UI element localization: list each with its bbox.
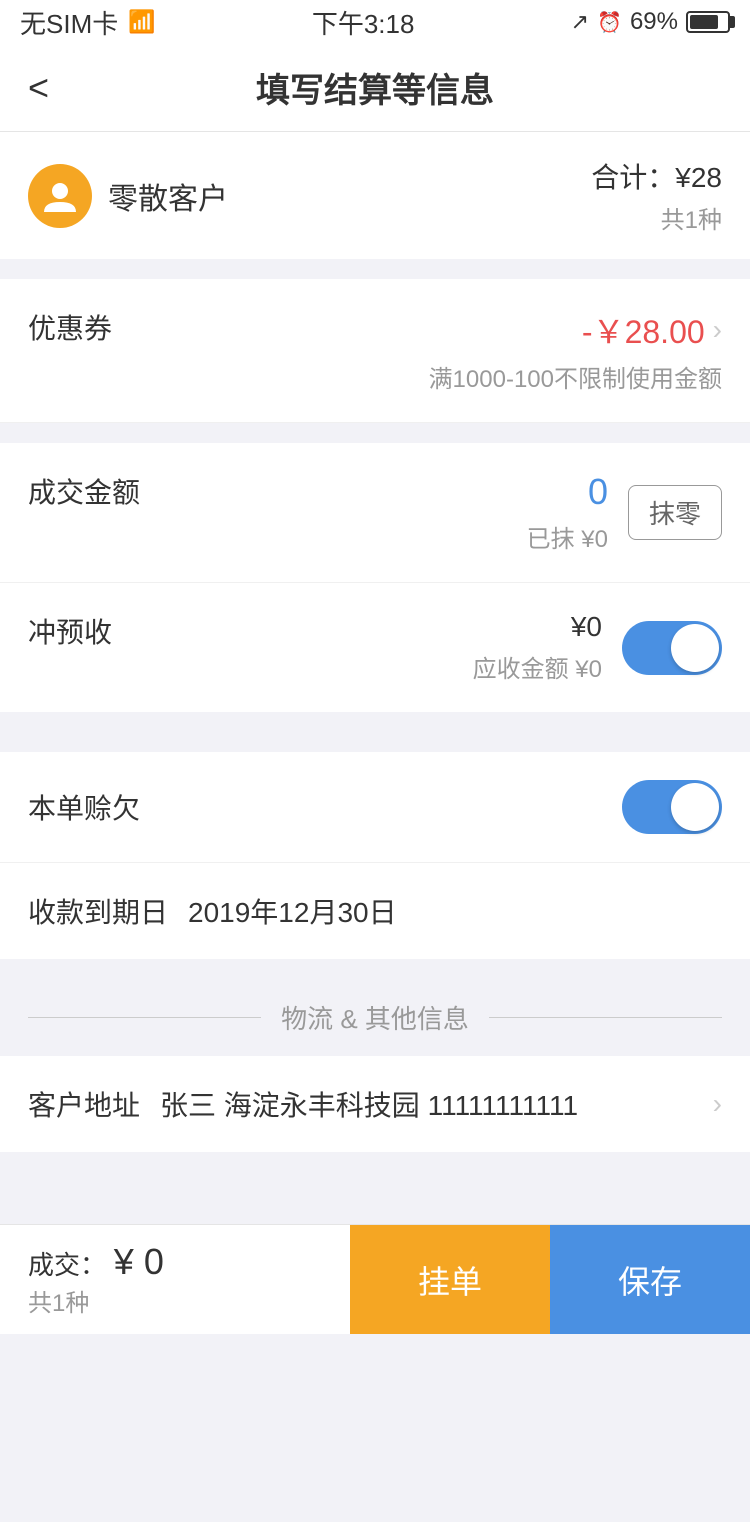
logistics-header: 物流 & 其他信息 xyxy=(0,979,750,1056)
bottom-summary-sub: 共1种 xyxy=(28,1283,322,1318)
amount-right: 0 已抹 ¥0 抹零 xyxy=(527,471,722,554)
toggle-knob xyxy=(671,624,719,672)
bottom-label-row: 成交： ¥ 0 xyxy=(28,1241,322,1283)
prepayment-right: ¥0 应收金额 ¥0 xyxy=(473,611,722,684)
amount-value: 0 xyxy=(527,471,608,513)
bottom-summary-amount: ¥ 0 xyxy=(114,1241,164,1282)
page-title: 填写结算等信息 xyxy=(256,63,494,112)
amount-sub: 已抹 ¥0 xyxy=(527,519,608,554)
divider-4 xyxy=(0,959,750,979)
address-value: 张三 海淀永丰科技园 11111111111 xyxy=(160,1084,578,1124)
credit-toggle[interactable] xyxy=(622,780,722,834)
customer-section: 零散客户 合计：¥28 共1种 xyxy=(0,132,750,259)
prepayment-label: 冲预收 xyxy=(28,611,112,651)
coupon-right: -￥28.00 › xyxy=(582,307,722,353)
customer-right: 合计：¥28 共1种 xyxy=(591,156,722,235)
prepayment-main: ¥0 xyxy=(473,611,602,643)
logistics-line-left xyxy=(28,1017,261,1018)
status-right: ↗ ⏰ 69% xyxy=(571,8,730,36)
divider-1 xyxy=(0,259,750,279)
bottom-bar: 成交： ¥ 0 共1种 挂单 保存 xyxy=(0,1224,750,1334)
prepayment-toggle[interactable] xyxy=(622,621,722,675)
customer-name: 零散客户 xyxy=(108,174,228,218)
location-icon: ↗ xyxy=(571,9,589,35)
divider-3 xyxy=(0,712,750,732)
customer-avatar xyxy=(28,164,92,228)
credit-row: 本单赊欠 xyxy=(0,752,750,863)
customer-left: 零散客户 xyxy=(28,164,228,228)
bottom-actions: 挂单 保存 xyxy=(350,1225,750,1334)
back-button[interactable]: < xyxy=(28,67,49,109)
status-bar: 无SIM卡 📶 下午3:18 ↗ ⏰ 69% xyxy=(0,0,750,44)
round-button[interactable]: 抹零 xyxy=(628,485,722,540)
bottom-summary: 成交： ¥ 0 共1种 xyxy=(0,1241,350,1318)
status-left: 无SIM卡 📶 xyxy=(20,4,156,41)
prepayment-row: 冲预收 ¥0 应收金额 ¥0 xyxy=(0,583,750,712)
credit-label: 本单赊欠 xyxy=(28,787,140,827)
address-left: 客户地址 张三 海淀永丰科技园 11111111111 xyxy=(28,1084,578,1124)
amount-row: 成交金额 0 已抹 ¥0 抹零 xyxy=(0,443,750,583)
customer-total: 合计：¥28 xyxy=(591,156,722,196)
coupon-top: 优惠券 -￥28.00 › xyxy=(28,307,722,353)
customer-count: 共1种 xyxy=(591,200,722,235)
credit-toggle-knob xyxy=(671,783,719,831)
prepayment-sub: 应收金额 ¥0 xyxy=(473,649,602,684)
logistics-text: 物流 & 其他信息 xyxy=(281,999,469,1036)
coupon-label: 优惠券 xyxy=(28,307,112,347)
logistics-line-right xyxy=(489,1017,722,1018)
amount-values: 0 已抹 ¥0 xyxy=(527,471,608,554)
amount-section: 成交金额 0 已抹 ¥0 抹零 xyxy=(0,443,750,583)
save-button[interactable]: 保存 xyxy=(550,1225,750,1334)
coupon-desc-text: 满1000-100不限制使用金额 xyxy=(429,366,722,393)
address-chevron-icon: › xyxy=(713,1088,722,1120)
alarm-icon: ⏰ xyxy=(597,10,622,35)
bottom-summary-label: 成交： xyxy=(28,1250,106,1280)
prepayment-values: ¥0 应收金额 ¥0 xyxy=(473,611,602,684)
due-date-label: 收款到期日 xyxy=(28,891,168,931)
due-date-row: 收款到期日 2019年12月30日 xyxy=(0,863,750,959)
coupon-desc: 满1000-100不限制使用金额 xyxy=(28,359,722,394)
amount-label: 成交金额 xyxy=(28,471,140,511)
divider-2 xyxy=(0,423,750,443)
coupon-value: -￥28.00 xyxy=(582,307,705,353)
hold-button[interactable]: 挂单 xyxy=(350,1225,550,1334)
due-date-value: 2019年12月30日 xyxy=(188,891,397,931)
carrier-text: 无SIM卡 xyxy=(20,4,118,41)
address-row[interactable]: 客户地址 张三 海淀永丰科技园 11111111111 › xyxy=(0,1056,750,1152)
coupon-section[interactable]: 优惠券 -￥28.00 › 满1000-100不限制使用金额 xyxy=(0,279,750,423)
wifi-icon: 📶 xyxy=(128,9,155,35)
address-label: 客户地址 xyxy=(28,1084,140,1124)
nav-bar: < 填写结算等信息 xyxy=(0,44,750,132)
battery-icon xyxy=(686,11,730,33)
status-time: 下午3:18 xyxy=(312,4,415,41)
coupon-chevron-icon: › xyxy=(713,314,722,346)
battery-text: 69% xyxy=(630,8,678,36)
